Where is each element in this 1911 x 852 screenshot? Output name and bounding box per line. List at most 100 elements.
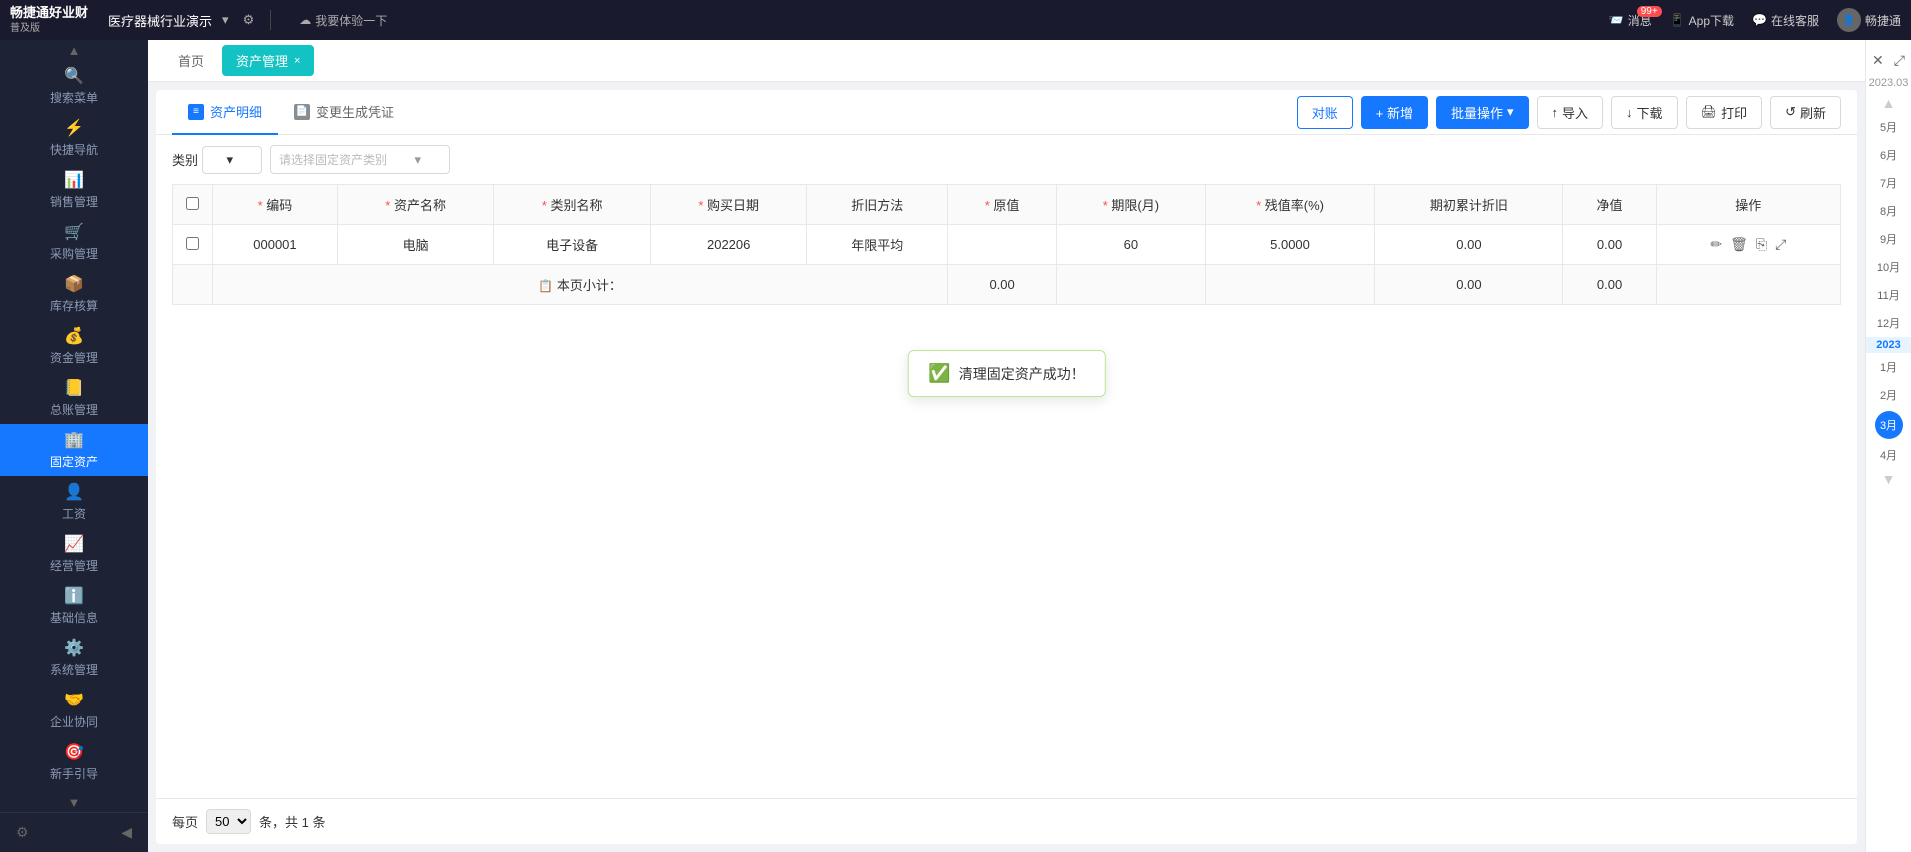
table-wrapper: * 编码 * 资产名称 * 类别名称 * 购买日期 折旧方法 * 原值 * 期限…	[156, 184, 1857, 798]
header-original-value: * 原值	[948, 185, 1057, 225]
sidebar-item-guide[interactable]: 🎯 新手引导	[0, 736, 148, 788]
sidebar-item-inventory[interactable]: 📦 库存核算	[0, 268, 148, 320]
sidebar-item-cooperation-label: 企业协同	[50, 713, 98, 730]
collapse-sidebar-icon[interactable]: ◀	[121, 824, 132, 841]
month-3-active[interactable]: 3月	[1875, 411, 1903, 439]
sidebar-item-purchase-label: 采购管理	[50, 245, 98, 262]
sidebar-item-search[interactable]: 🔍 搜索菜单	[0, 60, 148, 112]
search-icon: 🔍	[64, 66, 84, 86]
settings-icon[interactable]: ⚙	[243, 12, 255, 28]
user-profile-button[interactable]: 👤 畅捷通	[1837, 8, 1901, 32]
delete-icon[interactable]: 🗑	[1730, 236, 1748, 253]
cell-initial-accumulated: 0.00	[1375, 225, 1563, 265]
payroll-icon: 👤	[64, 482, 84, 502]
per-page-select[interactable]: 50	[206, 809, 251, 834]
download-button[interactable]: ↓ 下载	[1611, 96, 1678, 129]
month-10[interactable]: 10月	[1866, 253, 1911, 281]
sidebar-item-payroll[interactable]: 👤 工资	[0, 476, 148, 528]
sidebar-item-sales[interactable]: 📊 销售管理	[0, 164, 148, 216]
cloud-icon: ☁	[299, 13, 311, 27]
reconcile-button[interactable]: 对账	[1297, 96, 1353, 129]
category-type-select[interactable]: 请选择固定资产类别 ▾	[270, 145, 450, 174]
company-dropdown-icon[interactable]: ▾	[222, 12, 229, 28]
sidebar-item-inventory-label: 库存核算	[50, 297, 98, 314]
month-8[interactable]: 8月	[1866, 197, 1911, 225]
month-2[interactable]: 2月	[1866, 381, 1911, 409]
tabs-bar: 首页 资产管理 ×	[148, 40, 1865, 82]
edit-icon[interactable]: ✏	[1710, 236, 1722, 253]
row-checkbox[interactable]	[186, 237, 199, 250]
month-1[interactable]: 1月	[1866, 353, 1911, 381]
cell-net-value: 0.00	[1563, 225, 1656, 265]
app-download-button[interactable]: 📱 App下载	[1670, 12, 1734, 29]
quick-nav-icon: ⚡	[64, 118, 84, 138]
month-4[interactable]: 4月	[1866, 441, 1911, 469]
import-button[interactable]: ↑ 导入	[1537, 96, 1604, 129]
settings-bottom-icon[interactable]: ⚙	[16, 824, 29, 841]
sidebar-item-funds[interactable]: 💰 资金管理	[0, 320, 148, 372]
sidebar-item-basic-info[interactable]: ℹ️ 基础信息	[0, 580, 148, 632]
app-download-label: App下载	[1689, 12, 1734, 29]
print-button[interactable]: 🖨 打印	[1686, 96, 1763, 129]
sales-icon: 📊	[64, 170, 84, 190]
tab-home[interactable]: 首页	[164, 45, 218, 76]
month-5[interactable]: 5月	[1866, 113, 1911, 141]
sidebar-item-cooperation[interactable]: 🤝 企业协同	[0, 684, 148, 736]
sidebar-item-fixed-assets[interactable]: 🏢 固定资产	[0, 424, 148, 476]
refresh-button[interactable]: ↺ 刷新	[1770, 96, 1841, 129]
right-panel-close-button[interactable]: ✕	[1872, 52, 1884, 69]
cell-code: 000001	[213, 225, 338, 265]
sidebar-item-business[interactable]: 📈 经营管理	[0, 528, 148, 580]
month-9[interactable]: 9月	[1866, 225, 1911, 253]
business-icon: 📈	[64, 534, 84, 554]
new-button[interactable]: + 新增	[1361, 96, 1428, 129]
company-name: 医疗器械行业演示	[108, 11, 212, 30]
sidebar-item-ledger[interactable]: 📒 总账管理	[0, 372, 148, 424]
tab-voucher-change[interactable]: 📄 变更生成凭证	[278, 90, 410, 135]
cell-category: 电子设备	[494, 225, 651, 265]
category-type-arrow: ▾	[414, 152, 421, 168]
sidebar-scroll-down[interactable]: ▼	[0, 792, 148, 812]
category-select[interactable]: ▾	[202, 146, 262, 174]
scroll-down-btn[interactable]: ▼	[1882, 471, 1896, 487]
scroll-up-btn[interactable]: ▲	[1882, 95, 1896, 111]
user-name-label: 畅捷通	[1865, 12, 1901, 29]
month-6[interactable]: 6月	[1866, 141, 1911, 169]
refresh-label: 刷新	[1800, 103, 1826, 122]
sidebar-scroll-up[interactable]: ▲	[0, 40, 148, 60]
tab-asset-mgmt[interactable]: 资产管理 ×	[222, 45, 314, 76]
category-select-arrow: ▾	[226, 152, 233, 168]
month-11[interactable]: 11月	[1866, 281, 1911, 309]
right-panel-expand-button[interactable]: ⤢	[1894, 52, 1905, 69]
cell-actions: ✏ 🗑 ⎘ ⤢	[1656, 225, 1840, 265]
sidebar-item-quick-nav[interactable]: ⚡ 快捷导航	[0, 112, 148, 164]
category-filter: 类别 ▾	[172, 146, 262, 174]
copy-icon[interactable]: ⎘	[1756, 236, 1767, 253]
subtotal-original: 0.00	[948, 265, 1057, 305]
toast-success-icon: ✅	[928, 363, 950, 384]
sidebar-item-system[interactable]: ⚙️ 系统管理	[0, 632, 148, 684]
header-checkbox[interactable]	[186, 197, 199, 210]
more-icon[interactable]: ⤢	[1775, 236, 1786, 253]
notification-button[interactable]: 📨 消息 99+	[1609, 12, 1652, 29]
online-service-button[interactable]: 💬 在线客服	[1752, 12, 1819, 29]
month-12[interactable]: 12月	[1866, 309, 1911, 337]
filter-left: 类别 ▾ 请选择固定资产类别 ▾	[172, 145, 450, 174]
month-7[interactable]: 7月	[1866, 169, 1911, 197]
batch-operation-button[interactable]: 批量操作 ▾	[1436, 96, 1529, 129]
ledger-icon: 📒	[64, 378, 84, 398]
cell-period: 60	[1057, 225, 1206, 265]
sidebar-item-purchase[interactable]: 🛒 采购管理	[0, 216, 148, 268]
row-checkbox-cell	[173, 225, 213, 265]
subtotal-icon: 📋	[538, 279, 553, 293]
purchase-icon: 🛒	[64, 222, 84, 242]
notification-badge: 99+	[1637, 6, 1662, 17]
tab-asset-detail[interactable]: ≡ 资产明细	[172, 90, 278, 135]
inventory-icon: 📦	[64, 274, 84, 294]
subtotal-empty4	[1656, 265, 1840, 305]
experience-label[interactable]: 我要体验一下	[315, 12, 387, 29]
app-logo: 畅捷通好业财 普及版	[10, 5, 88, 35]
batch-label: 批量操作	[1451, 103, 1503, 122]
tab-close-button[interactable]: ×	[294, 55, 300, 67]
year-label[interactable]: 2023.03	[1866, 73, 1911, 93]
